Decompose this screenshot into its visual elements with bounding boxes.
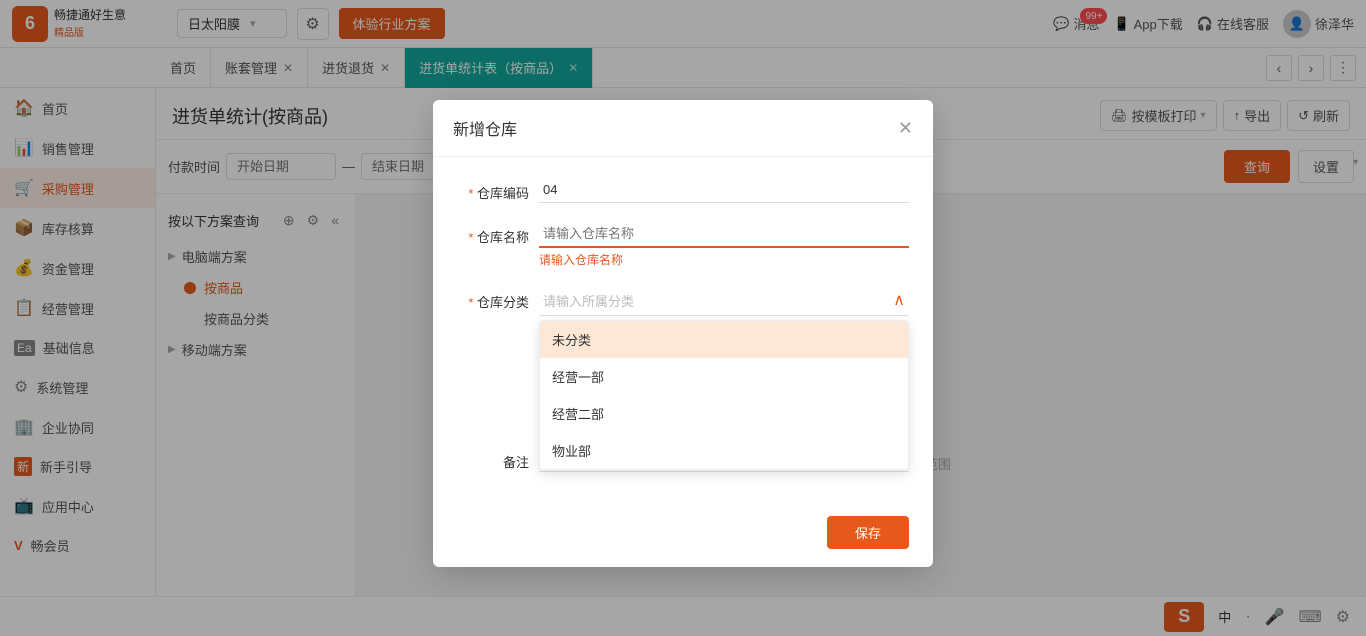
dropdown-item-2[interactable]: 经营二部 [540,395,908,432]
name-row: 仓库名称 请输入仓库名称 [457,221,909,268]
dialog-header: 新增仓库 ✕ [433,100,933,157]
category-dropdown: 未分类 经营一部 经营二部 物业部 [539,320,909,470]
dropdown-item-1[interactable]: 经营一部 [540,358,908,395]
code-label: 仓库编码 [457,177,529,202]
code-row: 仓库编码 [457,177,909,203]
note-label: 备注 [457,446,529,471]
category-placeholder: 请输入所属分类 [543,291,634,310]
dropdown-item-0[interactable]: 未分类 [540,321,908,358]
name-input[interactable] [539,221,909,248]
dialog-title: 新增仓库 [453,116,517,140]
name-label: 仓库名称 [457,221,529,246]
dialog-footer: 保存 [433,506,933,567]
dialog-body: 仓库编码 仓库名称 请输入仓库名称 仓库分类 请输入所属分类 [433,157,933,506]
save-button[interactable]: 保存 [827,516,909,549]
code-input[interactable] [539,177,909,203]
category-select[interactable]: 请输入所属分类 ∧ [539,286,909,316]
category-control: 请输入所属分类 ∧ 未分类 经营一部 经营二部 物业部 [539,286,909,316]
dialog-close-icon[interactable]: ✕ [898,119,913,137]
name-error-msg: 请输入仓库名称 [539,251,909,268]
new-warehouse-dialog: 新增仓库 ✕ 仓库编码 仓库名称 请输入仓库名称 仓库分类 [433,100,933,567]
overlay: 新增仓库 ✕ 仓库编码 仓库名称 请输入仓库名称 仓库分类 [0,0,1366,636]
category-label: 仓库分类 [457,286,529,311]
code-control [539,177,909,203]
chevron-up-icon[interactable]: ∧ [893,290,905,310]
dropdown-item-3[interactable]: 物业部 [540,432,908,469]
category-row: 仓库分类 请输入所属分类 ∧ 未分类 经营一部 经营二部 物业部 [457,286,909,316]
name-control: 请输入仓库名称 [539,221,909,268]
